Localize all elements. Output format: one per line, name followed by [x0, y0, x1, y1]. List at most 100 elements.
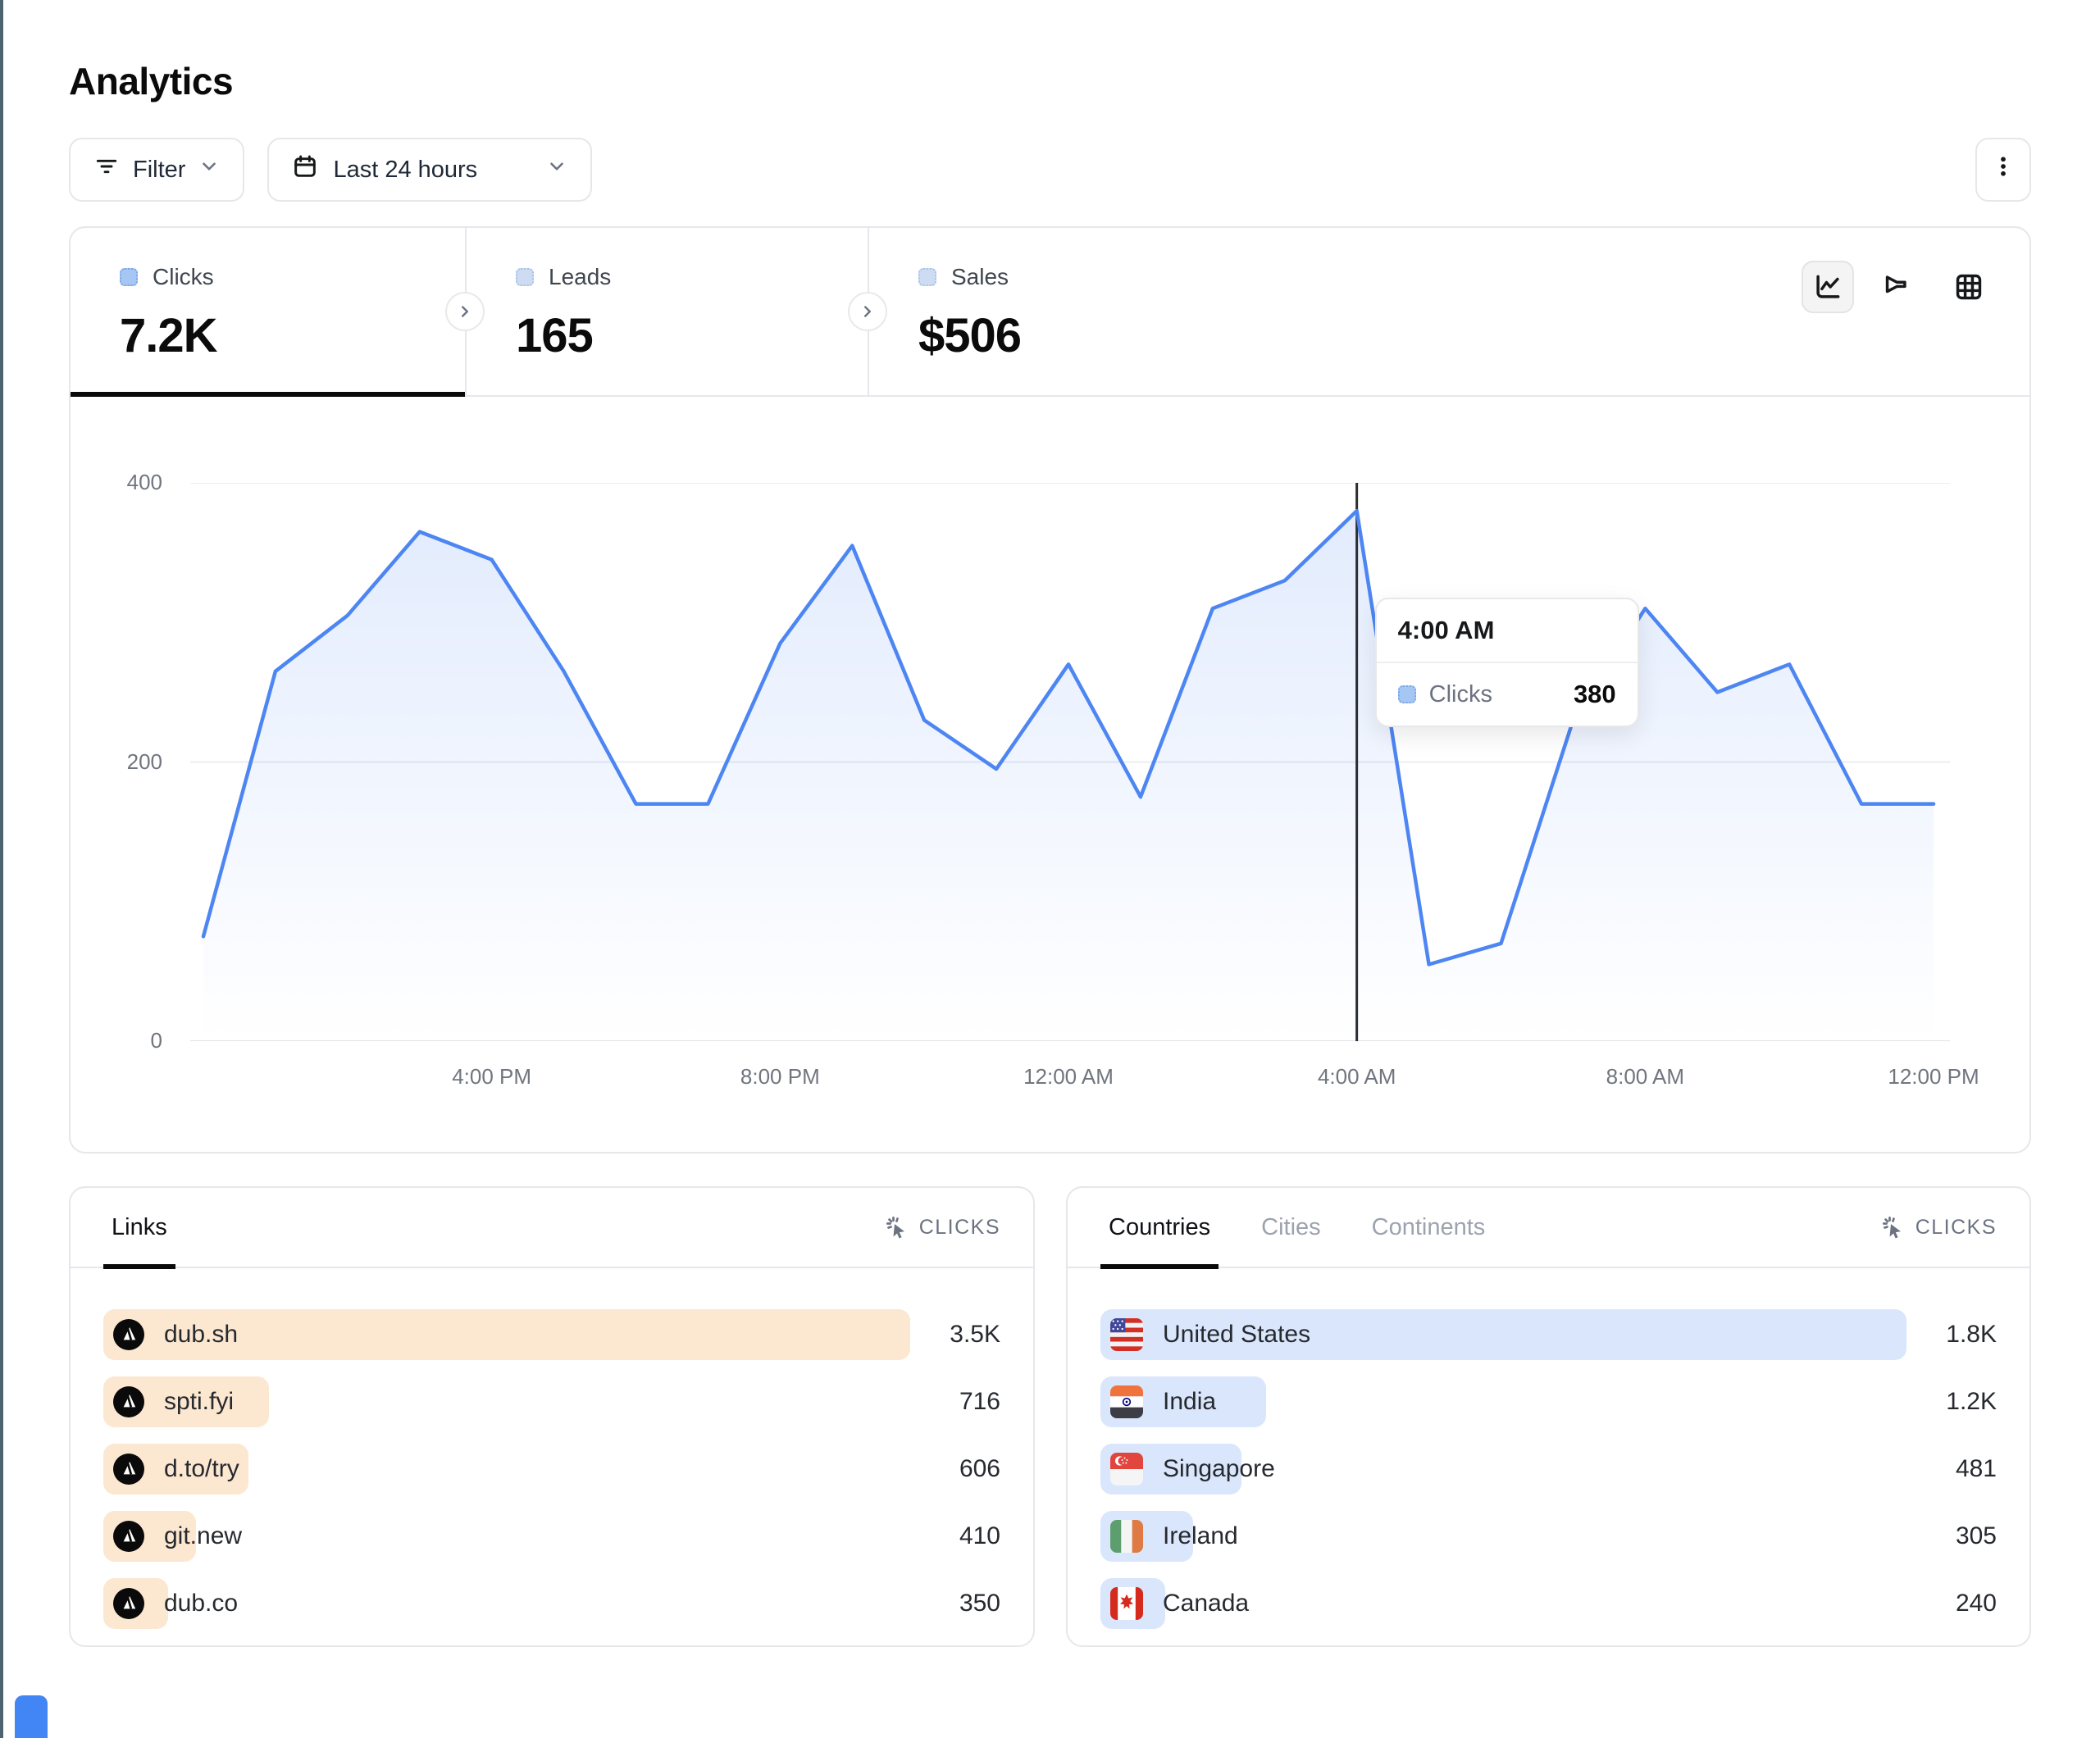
row-value: 716 [910, 1388, 1000, 1416]
tooltip-series-chip [1398, 685, 1416, 703]
row-value: 481 [1906, 1455, 1997, 1483]
row-label: United States [1163, 1321, 1310, 1349]
country-row[interactable]: United States 1.8K [1100, 1309, 1997, 1360]
row-value: 1.2K [1906, 1388, 1997, 1416]
tab-leads[interactable]: Leads 165 [465, 228, 868, 395]
us-flag-icon [1110, 1318, 1143, 1351]
chart-tooltip: 4:00 AM Clicks 380 [1375, 598, 1639, 727]
bar-track: dub.sh [103, 1309, 910, 1360]
cursor-click-icon [885, 1215, 909, 1240]
metric-label: Sales [951, 264, 1009, 290]
cities-tab-label: Cities [1261, 1214, 1321, 1241]
country-row[interactable]: India 1.2K [1100, 1376, 1997, 1427]
link-row[interactable]: git.new410 [103, 1511, 1000, 1562]
line-chart-view-button[interactable] [1802, 261, 1854, 313]
links-sort-by-clicks[interactable]: CLICKS [885, 1215, 1000, 1240]
links-panel: Links CLICKS dub.sh3.5Kspti.fyi716d.to/t… [69, 1186, 1035, 1647]
chevron-down-icon [198, 156, 220, 184]
in-flag-icon [1110, 1385, 1143, 1418]
tab-cities[interactable]: Cities [1253, 1187, 1329, 1267]
row-label: Singapore [1163, 1455, 1275, 1483]
breakdown-panels: Links CLICKS dub.sh3.5Kspti.fyi716d.to/t… [69, 1186, 2031, 1647]
toolbar: Filter Last 24 hours [69, 138, 2031, 202]
filter-icon [93, 153, 120, 186]
tab-continents[interactable]: Continents [1364, 1187, 1494, 1267]
country-row[interactable]: Singapore 481 [1100, 1444, 1997, 1495]
row-value: 3.5K [910, 1321, 1000, 1349]
sort-metric-label: CLICKS [919, 1216, 1000, 1240]
y-tick-label: 200 [92, 749, 162, 775]
chart-view-switcher [1802, 261, 1995, 313]
sort-metric-label: CLICKS [1916, 1216, 1997, 1240]
chevron-right-icon [859, 303, 877, 321]
metric-label: Leads [549, 264, 611, 290]
tooltip-series-value: 380 [1574, 680, 1616, 709]
expand-sales-button[interactable] [848, 292, 887, 331]
link-row[interactable]: d.to/try606 [103, 1444, 1000, 1495]
bar-track: India [1100, 1376, 1906, 1427]
grid-icon [1953, 271, 1984, 303]
leads-legend-chip [516, 268, 534, 286]
date-range-button[interactable]: Last 24 hours [267, 138, 592, 202]
bar-track: spti.fyi [103, 1376, 910, 1427]
links-tab-label: Links [112, 1214, 167, 1241]
x-tick-label: 8:00 PM [740, 1064, 820, 1090]
expand-leads-button[interactable] [445, 292, 485, 331]
y-tick-label: 0 [92, 1028, 162, 1053]
calendar-icon [292, 153, 318, 186]
row-value: 350 [910, 1590, 1000, 1617]
table-view-button[interactable] [1943, 261, 1995, 313]
tooltip-series-name: Clicks [1429, 681, 1492, 708]
geo-sort-by-clicks[interactable]: CLICKS [1881, 1215, 1997, 1240]
row-label: India [1163, 1388, 1216, 1416]
row-label: Canada [1163, 1590, 1249, 1617]
cursor-click-icon [1881, 1215, 1906, 1240]
x-tick-label: 4:00 AM [1318, 1064, 1396, 1090]
ca-flag-icon [1110, 1587, 1143, 1620]
country-row[interactable]: Canada 240 [1100, 1578, 1997, 1629]
geo-panel: Countries Cities Continents CLICKS Unite… [1066, 1186, 2031, 1647]
kebab-menu-icon [1991, 152, 2016, 187]
line-chart-icon [1812, 271, 1843, 303]
filter-button[interactable]: Filter [69, 138, 244, 202]
x-tick-label: 4:00 PM [452, 1064, 531, 1090]
dub-logo-icon [113, 1386, 144, 1417]
funnel-icon [1883, 271, 1914, 303]
x-axis-labels: 4:00 PM8:00 PM12:00 AM4:00 AM8:00 AM12:0… [190, 1041, 1950, 1152]
more-options-button[interactable] [1975, 138, 2031, 202]
ie-flag-icon [1110, 1520, 1143, 1553]
row-label: dub.sh [164, 1321, 238, 1349]
bar-track: Singapore [1100, 1444, 1906, 1495]
analytics-page: Analytics Filter Last 24 hours [0, 0, 2100, 1647]
bar-track: dub.co [103, 1578, 910, 1629]
row-value: 305 [1906, 1522, 1997, 1550]
metric-tabs: Clicks 7.2K Leads 165 Sales $506 [71, 228, 2029, 397]
row-label: Ireland [1163, 1522, 1238, 1550]
chat-widget-button[interactable] [15, 1695, 48, 1738]
link-row[interactable]: dub.sh 3.5K [103, 1309, 1000, 1360]
row-value: 1.8K [1906, 1321, 1997, 1349]
chevron-down-icon [546, 156, 567, 184]
link-row[interactable]: dub.co 350 [103, 1578, 1000, 1629]
tab-clicks[interactable]: Clicks 7.2K [71, 228, 465, 395]
bar-track: United States [1100, 1309, 1906, 1360]
funnel-view-button[interactable] [1872, 261, 1925, 313]
row-value: 240 [1906, 1590, 1997, 1617]
tab-links[interactable]: Links [103, 1187, 175, 1267]
bar-track: d.to/try [103, 1444, 910, 1495]
clicks-chart[interactable]: 0200400 4:00 AM Clicks 380 [190, 483, 1950, 1041]
countries-tab-label: Countries [1109, 1214, 1210, 1241]
dub-logo-icon [113, 1588, 144, 1619]
x-tick-label: 8:00 AM [1606, 1064, 1684, 1090]
link-row[interactable]: spti.fyi 716 [103, 1376, 1000, 1427]
dub-logo-icon [113, 1319, 144, 1350]
sg-flag-icon [1110, 1453, 1143, 1485]
tab-countries[interactable]: Countries [1100, 1187, 1219, 1267]
x-tick-label: 12:00 PM [1888, 1064, 1979, 1090]
clicks-legend-chip [120, 268, 138, 286]
y-tick-label: 400 [92, 470, 162, 495]
row-label: dub.co [164, 1590, 238, 1617]
country-row[interactable]: Ireland 305 [1100, 1511, 1997, 1562]
bar-track: Ireland [1100, 1511, 1906, 1562]
row-label: spti.fyi [164, 1388, 234, 1416]
